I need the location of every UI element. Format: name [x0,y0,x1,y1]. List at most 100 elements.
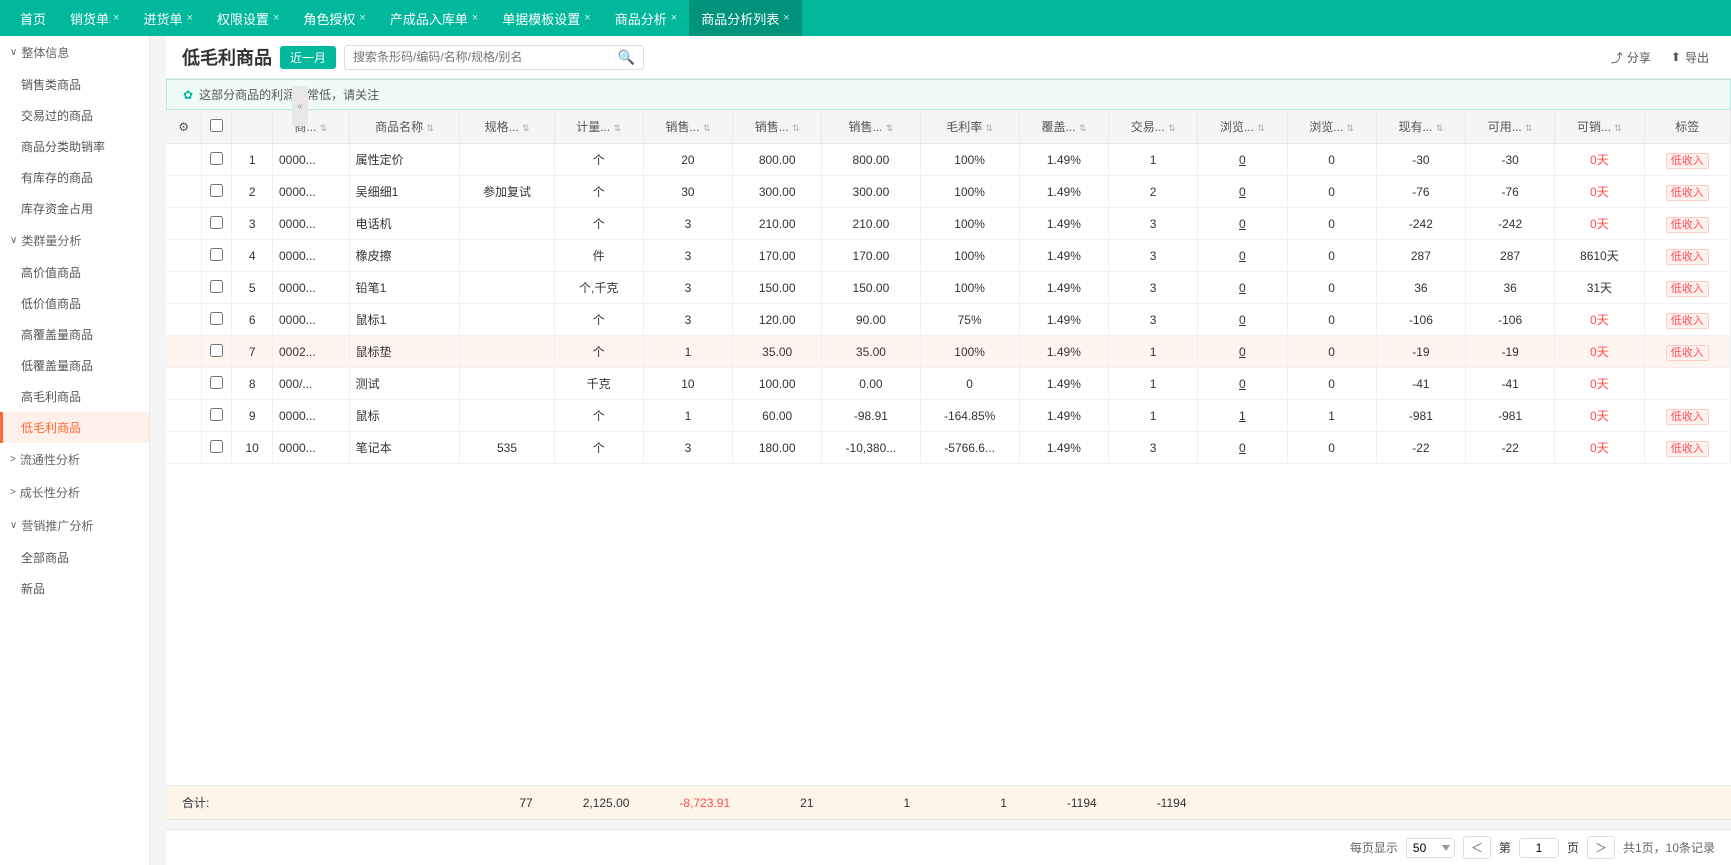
sidebar-item-高覆盖量商品[interactable]: 高覆盖量商品 [0,319,149,350]
table-container[interactable]: ⚙ 商... ⇅ 商品名称 ⇅ 规格... ⇅ 计量... ⇅ 销售... ⇅ … [166,110,1731,785]
sidebar-item-全部商品[interactable]: 全部商品 [0,542,149,573]
sidebar-section-流通性分析[interactable]: >流通性分析 [0,443,149,476]
next-page-button[interactable]: ＞ [1587,836,1615,859]
row-checkbox[interactable] [210,408,223,421]
cell-views1[interactable]: 0 [1198,208,1287,240]
sidebar-item-低价值商品[interactable]: 低价值商品 [0,288,149,319]
select-all-checkbox[interactable] [210,119,223,132]
sidebar-section-营销推广分析[interactable]: ∨营销推广分析 [0,509,149,542]
search-input[interactable] [353,50,618,64]
sidebar-item-交易过的商品[interactable]: 交易过的商品 [0,100,149,131]
views-link[interactable]: 0 [1239,377,1246,391]
cell-views1[interactable]: 0 [1198,336,1287,368]
col-unit[interactable]: 计量... ⇅ [554,110,643,144]
cell-checkbox[interactable] [202,176,232,208]
cell-checkbox[interactable] [202,400,232,432]
nav-close-icon[interactable]: × [783,12,789,24]
cell-views1[interactable]: 1 [1198,400,1287,432]
cell-views1[interactable]: 0 [1198,272,1287,304]
row-checkbox[interactable] [210,216,223,229]
share-button[interactable]: ⤴ 分享 [1605,46,1657,69]
row-checkbox[interactable] [210,312,223,325]
nav-item-权限设置[interactable]: 权限设置× [205,0,291,36]
views-link[interactable]: 0 [1239,217,1246,231]
views-link[interactable]: 0 [1239,281,1246,295]
nav-item-销货单[interactable]: 销货单× [58,0,131,36]
col-coverage[interactable]: 覆盖... ⇅ [1019,110,1108,144]
col-code[interactable]: 商... ⇅ [273,110,350,144]
views-link[interactable]: 0 [1239,153,1246,167]
row-checkbox[interactable] [210,440,223,453]
views-link[interactable]: 0 [1239,185,1246,199]
nav-close-icon[interactable]: × [273,12,279,24]
sidebar-item-销售类商品[interactable]: 销售类商品 [0,69,149,100]
cell-views1[interactable]: 0 [1198,304,1287,336]
cell-views1[interactable]: 0 [1198,432,1287,464]
nav-item-商品分析列表[interactable]: 商品分析列表× [689,0,801,36]
cell-checkbox[interactable] [202,240,232,272]
sidebar-item-低覆盖量商品[interactable]: 低覆盖量商品 [0,350,149,381]
nav-close-icon[interactable]: × [186,12,192,24]
nav-close-icon[interactable]: × [472,12,478,24]
sidebar-item-高毛利商品[interactable]: 高毛利商品 [0,381,149,412]
cell-checkbox[interactable] [202,432,232,464]
nav-close-icon[interactable]: × [359,12,365,24]
col-sales-qty[interactable]: 销售... ⇅ [643,110,732,144]
horizontal-scrollbar[interactable] [166,819,1731,829]
sidebar-section-整体信息[interactable]: ∨整体信息 [0,36,149,69]
sidebar-item-有库存的商品[interactable]: 有库存的商品 [0,162,149,193]
views-link[interactable]: 1 [1239,409,1246,423]
cell-checkbox[interactable] [202,208,232,240]
col-current[interactable]: 现有... ⇅ [1376,110,1465,144]
row-checkbox[interactable] [210,152,223,165]
nav-item-角色授权[interactable]: 角色授权× [291,0,377,36]
row-checkbox[interactable] [210,376,223,389]
col-sales-profit[interactable]: 销售... ⇅ [822,110,920,144]
cell-views1[interactable]: 0 [1198,368,1287,400]
col-trade-count[interactable]: 交易... ⇅ [1109,110,1198,144]
sidebar-item-低毛利商品[interactable]: 低毛利商品 [0,412,149,443]
sidebar-item-高价值商品[interactable]: 高价值商品 [0,257,149,288]
col-views1[interactable]: 浏览... ⇅ [1198,110,1287,144]
cell-views1[interactable]: 0 [1198,240,1287,272]
prev-page-button[interactable]: ＜ [1463,836,1491,859]
export-button[interactable]: ⬆ 导出 [1665,46,1715,69]
col-views2[interactable]: 浏览... ⇅ [1287,110,1376,144]
col-name[interactable]: 商品名称 ⇅ [349,110,460,144]
col-settings[interactable]: ⚙ [166,110,202,144]
sidebar-item-新品[interactable]: 新品 [0,573,149,604]
nav-close-icon[interactable]: × [113,12,119,24]
cell-checkbox[interactable] [202,144,232,176]
sidebar-item-库存资金占用[interactable]: 库存资金占用 [0,193,149,224]
col-gross-rate[interactable]: 毛利率 ⇅ [920,110,1019,144]
col-sales-amt[interactable]: 销售... ⇅ [733,110,822,144]
row-checkbox[interactable] [210,280,223,293]
cell-checkbox[interactable] [202,336,232,368]
cell-checkbox[interactable] [202,272,232,304]
page-size-select[interactable]: 50 100 200 [1406,838,1455,858]
row-checkbox[interactable] [210,344,223,357]
filter-button[interactable]: 近一月 [280,46,336,69]
col-saleable[interactable]: 可销... ⇅ [1555,110,1644,144]
col-checkbox[interactable] [202,110,232,144]
row-checkbox[interactable] [210,184,223,197]
sidebar-collapse-button[interactable]: « [292,86,308,126]
search-box[interactable]: 🔍 [344,45,644,70]
nav-item-进货单[interactable]: 进货单× [131,0,204,36]
views-link[interactable]: 0 [1239,345,1246,359]
cell-views1[interactable]: 0 [1198,176,1287,208]
col-spec[interactable]: 规格... ⇅ [460,110,554,144]
cell-checkbox[interactable] [202,368,232,400]
nav-item-首页[interactable]: 首页 [8,0,58,36]
page-input[interactable] [1519,838,1559,858]
col-available[interactable]: 可用... ⇅ [1466,110,1555,144]
views-link[interactable]: 0 [1239,249,1246,263]
nav-item-单据模板设置[interactable]: 单据模板设置× [490,0,602,36]
nav-close-icon[interactable]: × [671,12,677,24]
cell-checkbox[interactable] [202,304,232,336]
sidebar-section-类群量分析[interactable]: ∨类群量分析 [0,224,149,257]
cell-views1[interactable]: 0 [1198,144,1287,176]
views-link[interactable]: 0 [1239,441,1246,455]
sidebar-item-商品分类助销率[interactable]: 商品分类助销率 [0,131,149,162]
sidebar-section-成长性分析[interactable]: >成长性分析 [0,476,149,509]
